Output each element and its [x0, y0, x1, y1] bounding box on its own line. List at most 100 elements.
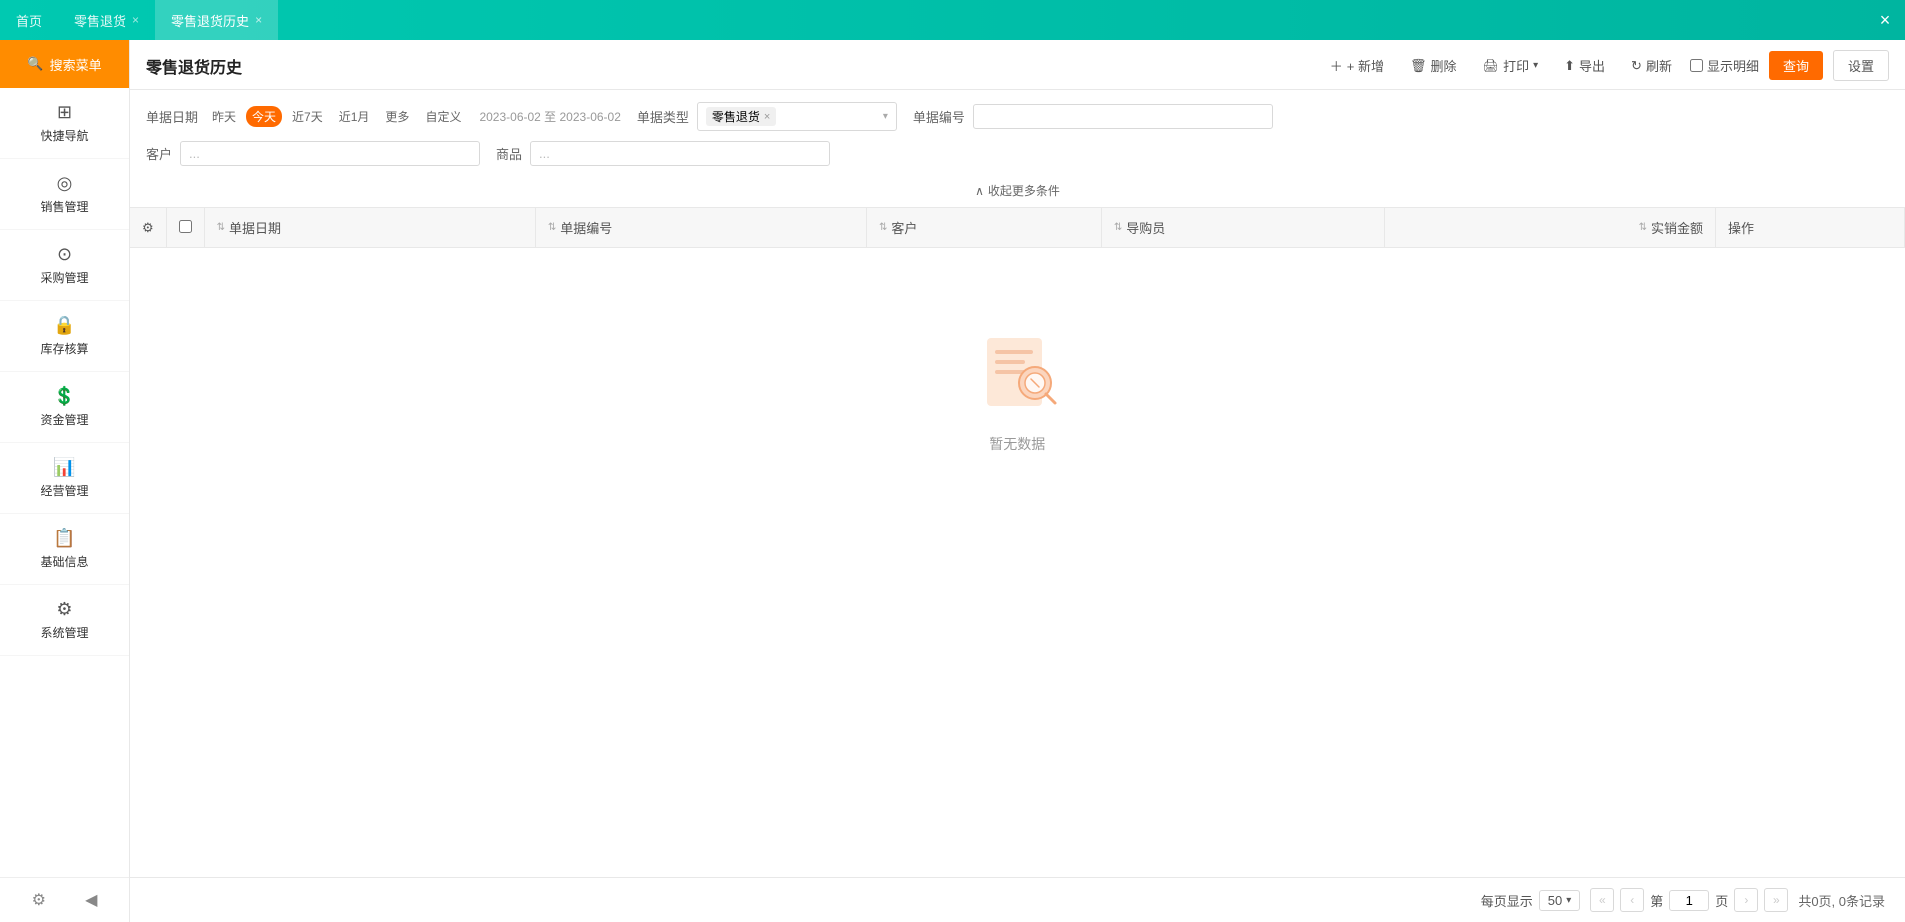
purchase-label: 采购管理 — [40, 269, 88, 286]
delete-label: 删除 — [1431, 56, 1457, 75]
page-size-selector[interactable]: 50 ▾ — [1539, 890, 1581, 911]
show-detail-checkbox[interactable] — [1690, 59, 1703, 72]
tab-retail-return[interactable]: 零售退货 × — [58, 0, 155, 40]
sidebar-search-label: 搜索菜单 — [50, 55, 102, 74]
sidebar-item-quick-nav[interactable]: ⊞ 快捷导航 — [0, 88, 129, 159]
quick-nav-icon: ⊞ — [57, 102, 72, 123]
collapse-filter-label: 收起更多条件 — [988, 182, 1060, 199]
date-filter-label: 单据日期 — [146, 107, 198, 126]
purchase-icon: ⊙ — [57, 244, 72, 265]
page-last-btn[interactable]: » — [1764, 888, 1788, 912]
th-guide-sort-icon[interactable]: ⇅ — [1114, 222, 1122, 233]
sidebar-item-finance[interactable]: 💲 资金管理 — [0, 372, 129, 443]
date-filter-group: 单据日期 昨天 今天 近7天 近1月 更多 自定义 2023-06-02 至 2… — [146, 106, 621, 127]
finance-label: 资金管理 — [40, 411, 88, 428]
customer-filter-group: 客户 — [146, 141, 480, 166]
number-filter-label: 单据编号 — [913, 107, 965, 126]
date-range-display: 2023-06-02 至 2023-06-02 — [479, 108, 620, 125]
query-label: 查询 — [1783, 56, 1809, 75]
date-btn-custom[interactable]: 自定义 — [419, 106, 467, 127]
th-amount: ⇅ 实销金额 — [1384, 208, 1715, 248]
tab-retail-return-history[interactable]: 零售退货历史 × — [155, 0, 278, 40]
date-btn-7days[interactable]: 近7天 — [286, 106, 329, 127]
sidebar: 🔍 搜索菜单 ⊞ 快捷导航 ◎ 销售管理 ⊙ 采购管理 🔒 库存核算 💲 资金管… — [0, 40, 130, 922]
new-button[interactable]: ＋ + 新增 — [1322, 52, 1392, 79]
settings-label: 设置 — [1848, 56, 1874, 75]
date-btn-1month[interactable]: 近1月 — [333, 106, 376, 127]
th-checkbox — [166, 208, 204, 248]
th-customer-sort-icon[interactable]: ⇅ — [879, 222, 887, 233]
column-settings-icon[interactable]: ⚙ — [142, 220, 154, 235]
number-filter-input[interactable] — [973, 104, 1273, 129]
page-size-chevron: ▾ — [1566, 895, 1571, 906]
page-size-value: 50 — [1548, 893, 1562, 908]
refresh-label: 刷新 — [1646, 56, 1672, 75]
print-button[interactable]: 🖨 打印 ▾ — [1475, 52, 1547, 79]
th-action-label: 操作 — [1728, 221, 1754, 236]
type-tag-remove[interactable]: × — [764, 111, 770, 123]
tab-home[interactable]: 首页 — [0, 0, 58, 40]
query-button[interactable]: 查询 — [1769, 51, 1823, 80]
collapse-filter-btn[interactable]: ∧ 收起更多条件 — [146, 176, 1889, 207]
empty-state-row: 暂无数据 — [130, 248, 1905, 535]
export-button[interactable]: ⬆ 导出 — [1556, 52, 1613, 79]
sidebar-item-sales[interactable]: ◎ 销售管理 — [0, 159, 129, 230]
settings-button[interactable]: 设置 — [1833, 50, 1889, 81]
sidebar-item-inventory[interactable]: 🔒 库存核算 — [0, 301, 129, 372]
type-tag: 零售退货 × — [706, 107, 776, 126]
search-icon: 🔍 — [27, 56, 43, 72]
customer-filter-label: 客户 — [146, 144, 172, 163]
table-header-row: ⚙ ⇅ 单据日期 — [130, 208, 1905, 248]
table-container: ⚙ ⇅ 单据日期 — [130, 208, 1905, 534]
page-header: 零售退货历史 ＋ + 新增 🗑 删除 🖨 打印 ▾ ⬆ 导出 — [130, 40, 1905, 90]
inventory-icon: 🔒 — [53, 315, 75, 336]
th-date-sort-icon[interactable]: ⇅ — [217, 222, 225, 233]
goods-filter-input[interactable] — [530, 141, 830, 166]
date-btn-yesterday[interactable]: 昨天 — [206, 106, 242, 127]
filter-row-2: 客户 商品 — [146, 141, 1889, 166]
print-icon: 🖨 — [1483, 58, 1500, 74]
th-date: ⇅ 单据日期 — [204, 208, 535, 248]
sales-icon: ◎ — [57, 173, 73, 194]
refresh-button[interactable]: ↻ 刷新 — [1623, 52, 1680, 79]
empty-text: 暂无数据 — [989, 434, 1045, 454]
date-btn-more[interactable]: 更多 — [379, 106, 415, 127]
type-filter-select[interactable]: 零售退货 × ▾ — [697, 102, 897, 131]
date-btn-today[interactable]: 今天 — [246, 106, 282, 127]
filter-row-1: 单据日期 昨天 今天 近7天 近1月 更多 自定义 2023-06-02 至 2… — [146, 102, 1889, 131]
table-body: 暂无数据 — [130, 248, 1905, 535]
system-label: 系统管理 — [40, 624, 88, 641]
type-filter-group: 单据类型 零售退货 × ▾ — [637, 102, 897, 131]
th-settings[interactable]: ⚙ — [130, 208, 166, 248]
page-prev-btn[interactable]: ‹ — [1620, 888, 1644, 912]
finance-icon: 💲 — [53, 386, 75, 407]
sidebar-search-btn[interactable]: 🔍 搜索菜单 — [0, 40, 129, 88]
delete-icon: 🗑 — [1410, 58, 1427, 74]
th-number-sort-icon[interactable]: ⇅ — [548, 222, 556, 233]
main-layout: 🔍 搜索菜单 ⊞ 快捷导航 ◎ 销售管理 ⊙ 采购管理 🔒 库存核算 💲 资金管… — [0, 40, 1905, 922]
tab-retail-return-close[interactable]: × — [132, 13, 139, 27]
customer-filter-input[interactable] — [180, 141, 480, 166]
th-amount-sort-icon[interactable]: ⇅ — [1639, 222, 1647, 233]
select-all-checkbox[interactable] — [179, 220, 192, 233]
page-next-btn[interactable]: › — [1734, 888, 1758, 912]
new-label: + 新增 — [1347, 56, 1384, 75]
sales-label: 销售管理 — [40, 198, 88, 215]
th-guide-label: 导购员 — [1126, 218, 1165, 237]
sidebar-item-system[interactable]: ⚙ 系统管理 — [0, 585, 129, 656]
page-first-btn[interactable]: « — [1590, 888, 1614, 912]
tab-retail-return-history-close[interactable]: × — [255, 13, 262, 27]
sidebar-item-operation[interactable]: 📊 经营管理 — [0, 443, 129, 514]
content-area: 零售退货历史 ＋ + 新增 🗑 删除 🖨 打印 ▾ ⬆ 导出 — [130, 40, 1905, 922]
sidebar-item-base-info[interactable]: 📋 基础信息 — [0, 514, 129, 585]
type-tag-value: 零售退货 — [712, 108, 760, 125]
tab-retail-return-history-label: 零售退货历史 — [171, 11, 249, 30]
delete-button[interactable]: 🗑 删除 — [1402, 52, 1465, 79]
th-number-label: 单据编号 — [560, 218, 612, 237]
sidebar-collapse-icon[interactable]: ◀ — [85, 890, 97, 910]
th-number: ⇅ 单据编号 — [535, 208, 866, 248]
settings-gear-icon[interactable]: ⚙ — [32, 890, 46, 910]
page-number-input[interactable] — [1669, 890, 1709, 911]
window-close-button[interactable]: × — [1865, 0, 1905, 40]
sidebar-item-purchase[interactable]: ⊙ 采购管理 — [0, 230, 129, 301]
